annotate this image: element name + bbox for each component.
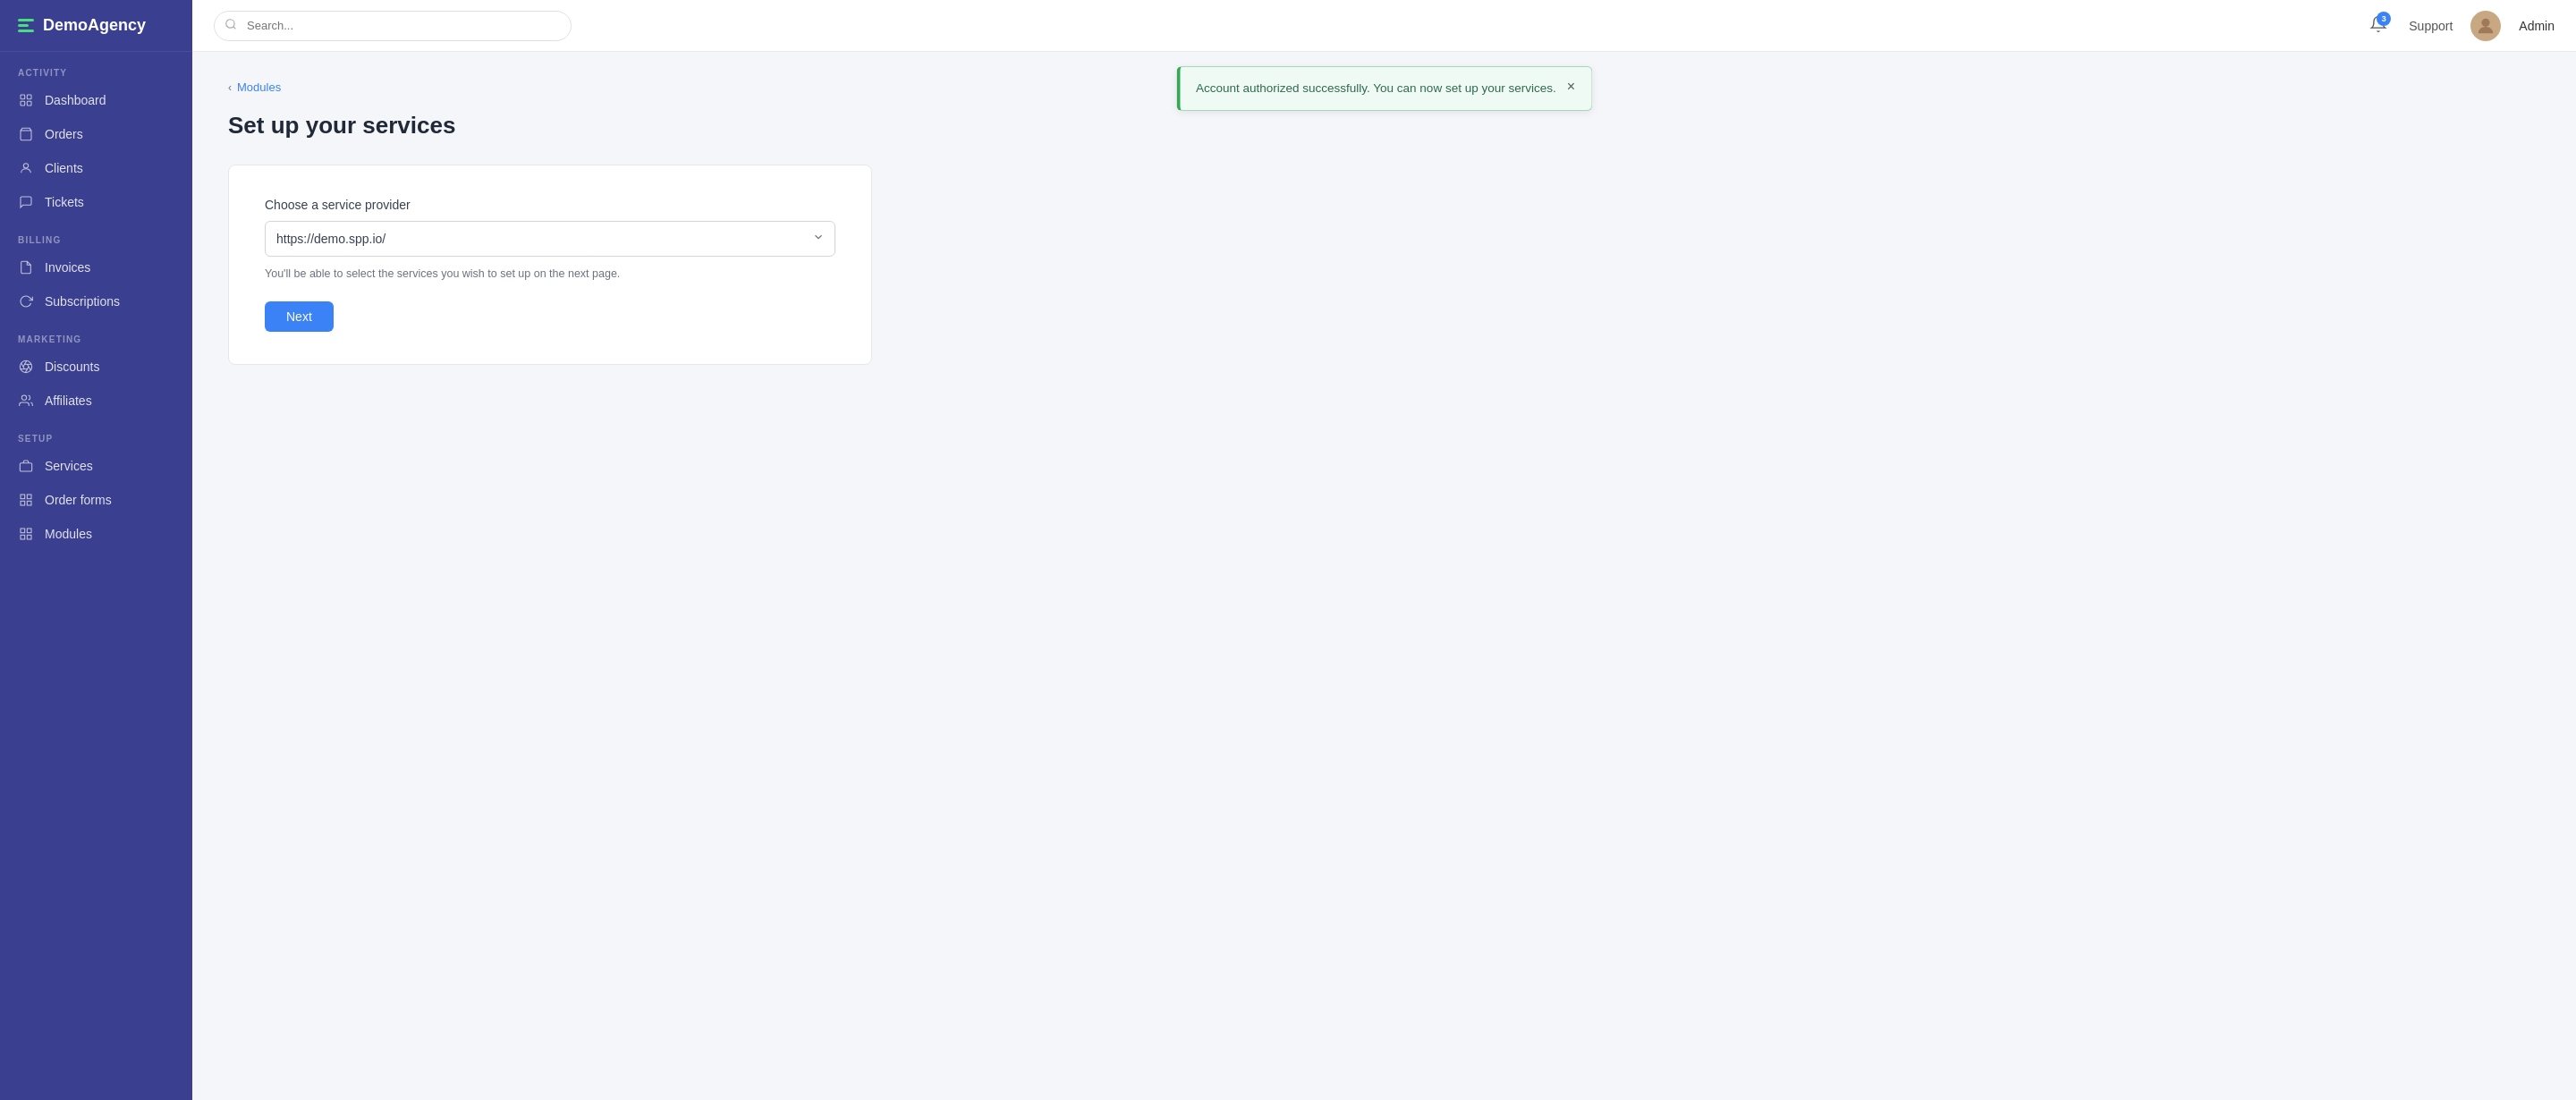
notification-badge: 3 bbox=[2377, 12, 2391, 26]
clients-icon bbox=[18, 160, 34, 176]
modules-icon bbox=[18, 526, 34, 542]
header-right: 3 Support Admin bbox=[2366, 11, 2555, 41]
breadcrumb-parent[interactable]: Modules bbox=[237, 80, 281, 94]
svg-line-24 bbox=[233, 26, 236, 29]
svg-rect-0 bbox=[21, 95, 25, 99]
svg-rect-18 bbox=[27, 501, 31, 505]
activity-section-label: ACTIVITY bbox=[0, 52, 192, 83]
content-area: Account authorized successfully. You can… bbox=[192, 52, 2576, 1100]
sidebar-item-invoices[interactable]: Invoices bbox=[0, 250, 192, 284]
sidebar-item-affiliates[interactable]: Affiliates bbox=[0, 384, 192, 418]
sidebar-item-subscriptions[interactable]: Subscriptions bbox=[0, 284, 192, 318]
sidebar-logo[interactable]: DemoAgency bbox=[0, 0, 192, 52]
sidebar-item-discounts[interactable]: Discounts bbox=[0, 350, 192, 384]
search-input[interactable] bbox=[214, 11, 572, 41]
notification-button[interactable]: 3 bbox=[2366, 12, 2391, 39]
svg-point-23 bbox=[226, 19, 234, 27]
svg-rect-17 bbox=[21, 501, 25, 505]
sidebar-item-order-forms[interactable]: Order forms bbox=[0, 483, 192, 517]
billing-section-label: BILLING bbox=[0, 219, 192, 250]
order-forms-label: Order forms bbox=[45, 493, 112, 507]
setup-card: Choose a service provider https://demo.s… bbox=[228, 165, 872, 365]
sidebar-item-tickets[interactable]: Tickets bbox=[0, 185, 192, 219]
svg-rect-21 bbox=[21, 535, 25, 539]
svg-rect-3 bbox=[27, 101, 31, 106]
logo-icon bbox=[18, 19, 34, 32]
header: 3 Support Admin bbox=[192, 0, 2576, 52]
orders-icon bbox=[18, 126, 34, 142]
svg-rect-2 bbox=[21, 101, 25, 106]
subscriptions-icon bbox=[18, 293, 34, 309]
next-button[interactable]: Next bbox=[265, 301, 334, 332]
svg-point-13 bbox=[21, 395, 26, 400]
sidebar-item-orders[interactable]: Orders bbox=[0, 117, 192, 151]
affiliates-label: Affiliates bbox=[45, 393, 92, 408]
tickets-label: Tickets bbox=[45, 195, 84, 209]
search-icon bbox=[225, 18, 237, 34]
clients-label: Clients bbox=[45, 161, 83, 175]
services-label: Services bbox=[45, 459, 93, 473]
sidebar-item-dashboard[interactable]: Dashboard bbox=[0, 83, 192, 117]
dashboard-label: Dashboard bbox=[45, 93, 106, 107]
marketing-section-label: MARKETING bbox=[0, 318, 192, 350]
tickets-icon bbox=[18, 194, 34, 210]
svg-rect-16 bbox=[27, 495, 31, 499]
select-wrapper: https://demo.spp.io/ bbox=[265, 221, 835, 257]
main-area: 3 Support Admin Account authorized succe… bbox=[192, 0, 2576, 1100]
svg-rect-19 bbox=[21, 529, 25, 533]
sidebar-item-modules[interactable]: Modules bbox=[0, 517, 192, 551]
svg-rect-20 bbox=[27, 529, 31, 533]
services-icon bbox=[18, 458, 34, 474]
helper-text: You'll be able to select the services yo… bbox=[265, 267, 835, 280]
app-name: DemoAgency bbox=[43, 16, 146, 35]
svg-rect-1 bbox=[27, 95, 31, 99]
avatar[interactable] bbox=[2470, 11, 2501, 41]
invoices-icon bbox=[18, 259, 34, 275]
svg-point-5 bbox=[23, 164, 28, 168]
setup-section-label: SETUP bbox=[0, 418, 192, 449]
order-forms-icon bbox=[18, 492, 34, 508]
svg-rect-22 bbox=[27, 535, 31, 539]
svg-point-25 bbox=[2482, 18, 2490, 26]
page-title: Set up your services bbox=[228, 112, 2540, 140]
svg-rect-15 bbox=[21, 495, 25, 499]
sidebar: DemoAgency ACTIVITY Dashboard Orders Cli… bbox=[0, 0, 192, 1100]
toast-notification: Account authorized successfully. You can… bbox=[1176, 66, 1592, 111]
toast-close-button[interactable]: × bbox=[1567, 80, 1575, 94]
breadcrumb-chevron: ‹ bbox=[228, 81, 232, 94]
svg-rect-14 bbox=[20, 463, 31, 471]
invoices-label: Invoices bbox=[45, 260, 90, 275]
admin-label[interactable]: Admin bbox=[2519, 19, 2555, 33]
discounts-label: Discounts bbox=[45, 360, 99, 374]
search-bar bbox=[214, 11, 572, 41]
modules-label: Modules bbox=[45, 527, 92, 541]
sidebar-item-clients[interactable]: Clients bbox=[0, 151, 192, 185]
dashboard-icon bbox=[18, 92, 34, 108]
toast-message: Account authorized successfully. You can… bbox=[1196, 80, 1556, 97]
subscriptions-label: Subscriptions bbox=[45, 294, 120, 309]
support-link[interactable]: Support bbox=[2409, 19, 2453, 33]
discounts-icon bbox=[18, 359, 34, 375]
orders-label: Orders bbox=[45, 127, 83, 141]
affiliates-icon bbox=[18, 393, 34, 409]
field-label: Choose a service provider bbox=[265, 198, 835, 212]
service-provider-select[interactable]: https://demo.spp.io/ bbox=[265, 221, 835, 257]
sidebar-item-services[interactable]: Services bbox=[0, 449, 192, 483]
